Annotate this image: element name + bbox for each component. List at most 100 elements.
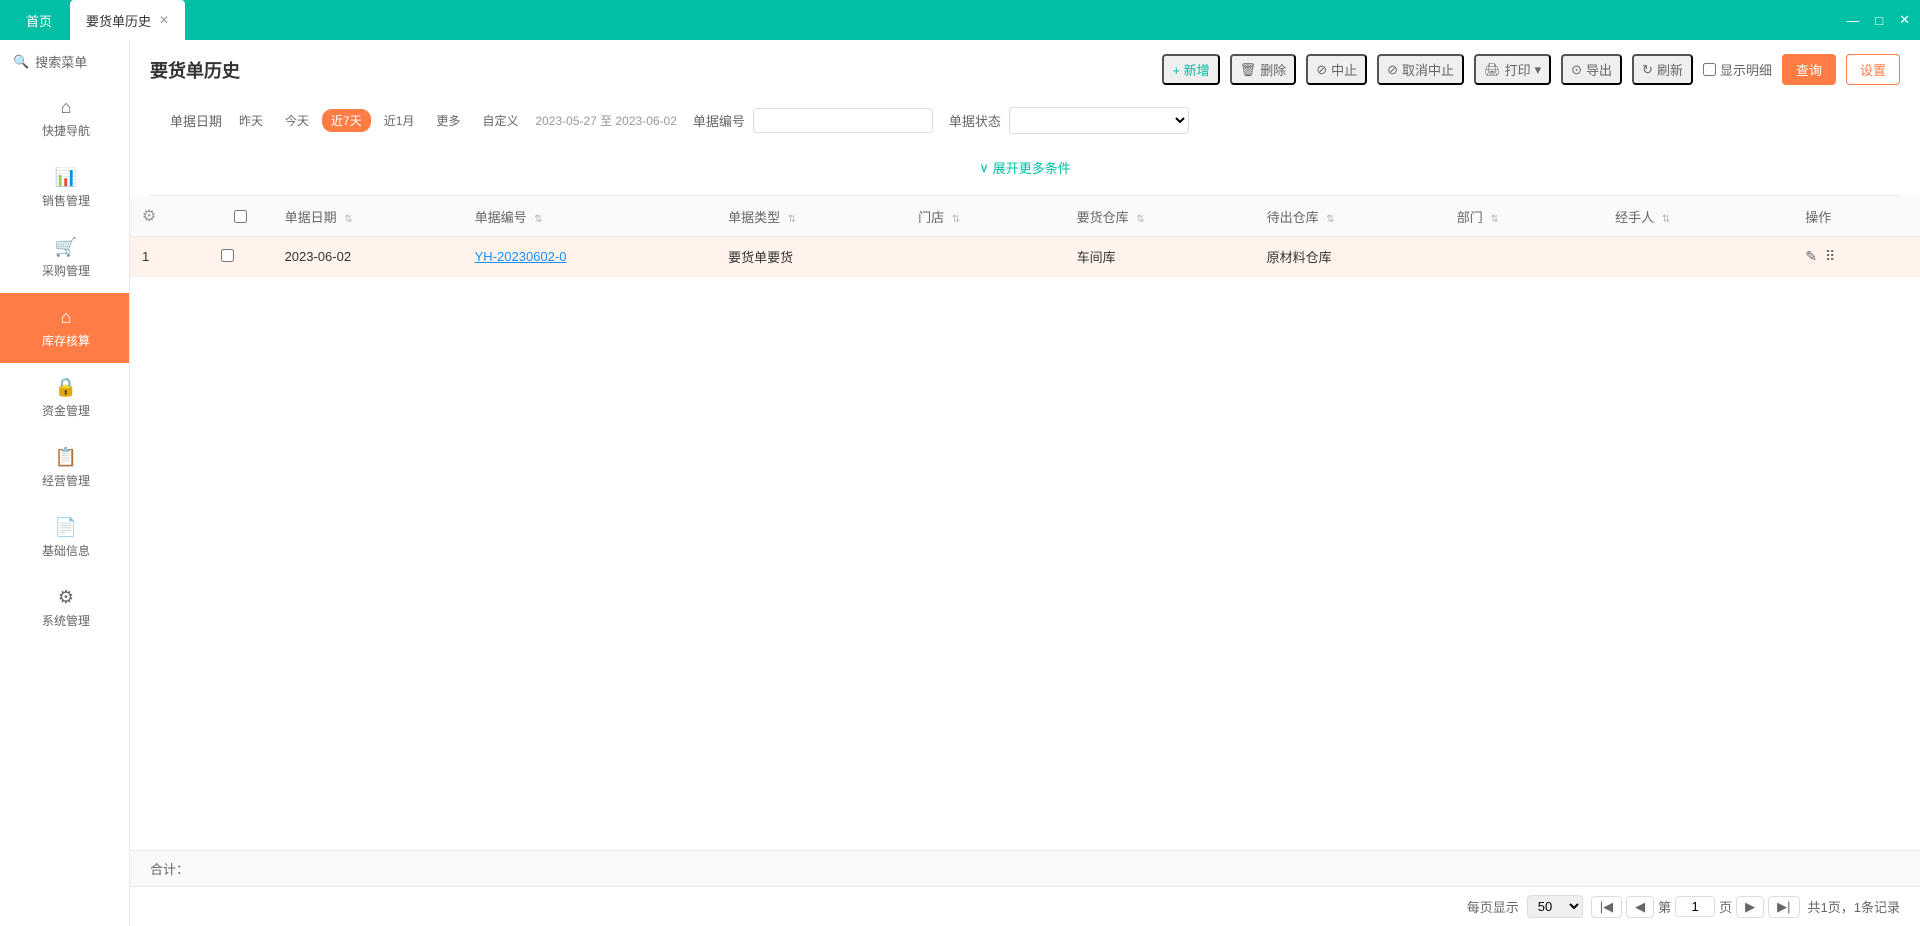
sidebar: 🔍 搜索菜单 ⌂ 快捷导航 📊 销售管理 🛒 采购管理 ⌂ 库存核算 🔒 资金管… bbox=[0, 40, 130, 926]
th-num: 单据编号 ⇅ bbox=[463, 196, 716, 237]
table-settings-icon[interactable]: ⚙ bbox=[142, 208, 156, 225]
search-icon: 🔍 bbox=[13, 54, 29, 70]
doc-status-label: 单据状态 bbox=[949, 111, 1001, 130]
sales-icon: 📊 bbox=[55, 167, 77, 188]
toolbar: + 新增 🗑 删除 ⊘ 中止 ⊘ 取消中止 🖨 bbox=[1162, 54, 1900, 85]
row-pending: 原材料仓库 bbox=[1255, 237, 1445, 277]
page-title-row: 要货单历史 + 新增 🗑 删除 ⊘ 中止 ⊘ 取消中止 bbox=[150, 54, 1900, 85]
row-checkbox[interactable] bbox=[221, 249, 234, 262]
sort-store-icon[interactable]: ⇅ bbox=[952, 214, 960, 225]
sidebar-item-basic[interactable]: 📄 基础信息 bbox=[0, 503, 129, 573]
main-layout: 🔍 搜索菜单 ⌂ 快捷导航 📊 销售管理 🛒 采购管理 ⌂ 库存核算 🔒 资金管… bbox=[0, 40, 1920, 926]
page-title: 要货单历史 bbox=[150, 57, 240, 83]
purchase-icon: 🛒 bbox=[55, 237, 77, 258]
delete-icon: 🗑 bbox=[1240, 62, 1257, 78]
operations-icon: 📋 bbox=[55, 447, 77, 468]
select-all-checkbox[interactable] bbox=[234, 210, 247, 223]
sort-pending-icon[interactable]: ⇅ bbox=[1326, 214, 1334, 225]
date-filter-label: 单据日期 bbox=[170, 111, 222, 130]
th-store: 门店 ⇅ bbox=[906, 196, 1064, 237]
sort-dept-icon[interactable]: ⇅ bbox=[1490, 214, 1498, 225]
system-icon: ⚙ bbox=[58, 587, 74, 608]
date-btn-last-month[interactable]: 近1月 bbox=[375, 109, 424, 132]
sidebar-item-finance[interactable]: 🔒 资金管理 bbox=[0, 363, 129, 433]
date-buttons: 昨天 今天 近7天 近1月 更多 自定义 bbox=[230, 109, 527, 132]
expand-icon: ∨ bbox=[979, 160, 989, 176]
date-btn-last7[interactable]: 近7天 bbox=[322, 109, 371, 132]
tab-history[interactable]: 要货单历史 ✕ bbox=[70, 0, 185, 40]
new-button[interactable]: + 新增 bbox=[1162, 54, 1219, 85]
table-container: ⚙ 单据日期 ⇅ 单据编号 ⇅ bbox=[130, 196, 1920, 850]
th-dept: 部门 ⇅ bbox=[1445, 196, 1603, 237]
settings-button[interactable]: 设置 bbox=[1846, 54, 1900, 85]
op-edit-icon[interactable]: ✎ bbox=[1805, 248, 1817, 265]
op-more-icon[interactable]: ⠿ bbox=[1825, 248, 1835, 265]
page-label-after: 页 bbox=[1719, 897, 1732, 916]
top-bar: 首页 要货单历史 ✕ — □ ✕ bbox=[0, 0, 1920, 40]
sidebar-item-quick-nav[interactable]: ⌂ 快捷导航 bbox=[0, 83, 129, 153]
window-close[interactable]: ✕ bbox=[1899, 12, 1910, 28]
stop-icon: ⊘ bbox=[1316, 62, 1327, 78]
last-page-button[interactable]: ▶| bbox=[1768, 896, 1799, 918]
page-nav: |◀ ◀ 第 页 ▶ ▶| bbox=[1591, 896, 1800, 918]
expand-row: ∨ 展开更多条件 bbox=[170, 150, 1880, 185]
sort-handler-icon[interactable]: ⇅ bbox=[1662, 214, 1670, 225]
next-page-button[interactable]: ▶ bbox=[1736, 896, 1764, 918]
refresh-icon: ↻ bbox=[1642, 62, 1653, 78]
display-detail-checkbox[interactable] bbox=[1703, 63, 1716, 76]
date-btn-today[interactable]: 今天 bbox=[276, 109, 318, 132]
row-dept bbox=[1445, 237, 1603, 277]
page-size-select[interactable]: 50 10 20 100 bbox=[1527, 895, 1583, 918]
th-checkbox bbox=[209, 196, 272, 237]
cancel-stop-button[interactable]: ⊘ 取消中止 bbox=[1377, 54, 1464, 85]
window-controls: — □ ✕ bbox=[1846, 12, 1910, 28]
tab-close-icon[interactable]: ✕ bbox=[159, 13, 169, 27]
th-warehouse: 要货仓库 ⇅ bbox=[1065, 196, 1255, 237]
date-btn-yesterday[interactable]: 昨天 bbox=[230, 109, 272, 132]
first-page-button[interactable]: |◀ bbox=[1591, 896, 1622, 918]
sidebar-item-operations[interactable]: 📋 经营管理 bbox=[0, 433, 129, 503]
window-minimize[interactable]: — bbox=[1846, 13, 1859, 28]
sidebar-item-system[interactable]: ⚙ 系统管理 bbox=[0, 573, 129, 643]
date-btn-custom[interactable]: 自定义 bbox=[473, 109, 527, 132]
sidebar-item-inventory[interactable]: ⌂ 库存核算 bbox=[0, 293, 129, 363]
query-button[interactable]: 查询 bbox=[1782, 54, 1836, 85]
summary-label: 合计： bbox=[150, 859, 189, 878]
prev-page-button[interactable]: ◀ bbox=[1626, 896, 1654, 918]
row-date: 2023-06-02 bbox=[273, 237, 463, 277]
doc-num-filter-group: 单据编号 bbox=[693, 108, 933, 133]
doc-num-input[interactable] bbox=[753, 108, 933, 133]
delete-button[interactable]: 🗑 删除 bbox=[1230, 54, 1297, 85]
sidebar-item-purchase[interactable]: 🛒 采购管理 bbox=[0, 223, 129, 293]
total-info: 共1页，1条记录 bbox=[1808, 897, 1900, 916]
row-num-link[interactable]: YH-20230602-0 bbox=[475, 249, 567, 264]
data-table: ⚙ 单据日期 ⇅ 单据编号 ⇅ bbox=[130, 196, 1920, 277]
sidebar-search[interactable]: 🔍 搜索菜单 bbox=[0, 40, 129, 83]
sort-type-icon[interactable]: ⇅ bbox=[788, 214, 796, 225]
expand-conditions-button[interactable]: ∨ 展开更多条件 bbox=[971, 154, 1079, 181]
th-pending: 待出仓库 ⇅ bbox=[1255, 196, 1445, 237]
stop-button[interactable]: ⊘ 中止 bbox=[1306, 54, 1367, 85]
filter-bar: 单据日期 昨天 今天 近7天 近1月 更多 自定义 2023-05-27 至 2… bbox=[150, 97, 1900, 196]
doc-num-label: 单据编号 bbox=[693, 111, 745, 130]
cancel-stop-icon: ⊘ bbox=[1387, 62, 1398, 78]
th-settings: ⚙ bbox=[130, 196, 209, 237]
print-button[interactable]: 🖨 打印 ▾ bbox=[1474, 54, 1551, 85]
sidebar-item-sales[interactable]: 📊 销售管理 bbox=[0, 153, 129, 223]
sort-warehouse-icon[interactable]: ⇅ bbox=[1136, 214, 1144, 225]
pagination-bar: 每页显示 50 10 20 100 |◀ ◀ 第 页 ▶ ▶| 共1页，1条记录 bbox=[130, 886, 1920, 926]
page-number-input[interactable] bbox=[1675, 896, 1715, 917]
row-index: 1 bbox=[130, 237, 209, 277]
tab-home[interactable]: 首页 bbox=[10, 0, 68, 40]
finance-icon: 🔒 bbox=[55, 377, 77, 398]
doc-status-select[interactable] bbox=[1009, 107, 1189, 134]
sort-date-icon[interactable]: ⇅ bbox=[344, 214, 352, 225]
th-op: 操作 bbox=[1793, 196, 1920, 237]
export-button[interactable]: ⊙ 导出 bbox=[1561, 54, 1622, 85]
date-range-display: 2023-05-27 至 2023-06-02 bbox=[535, 112, 676, 129]
sort-num-icon[interactable]: ⇅ bbox=[534, 214, 542, 225]
display-detail-toggle[interactable]: 显示明细 bbox=[1703, 60, 1772, 79]
window-maximize[interactable]: □ bbox=[1875, 13, 1883, 28]
date-btn-more[interactable]: 更多 bbox=[427, 109, 469, 132]
refresh-button[interactable]: ↻ 刷新 bbox=[1632, 54, 1693, 85]
